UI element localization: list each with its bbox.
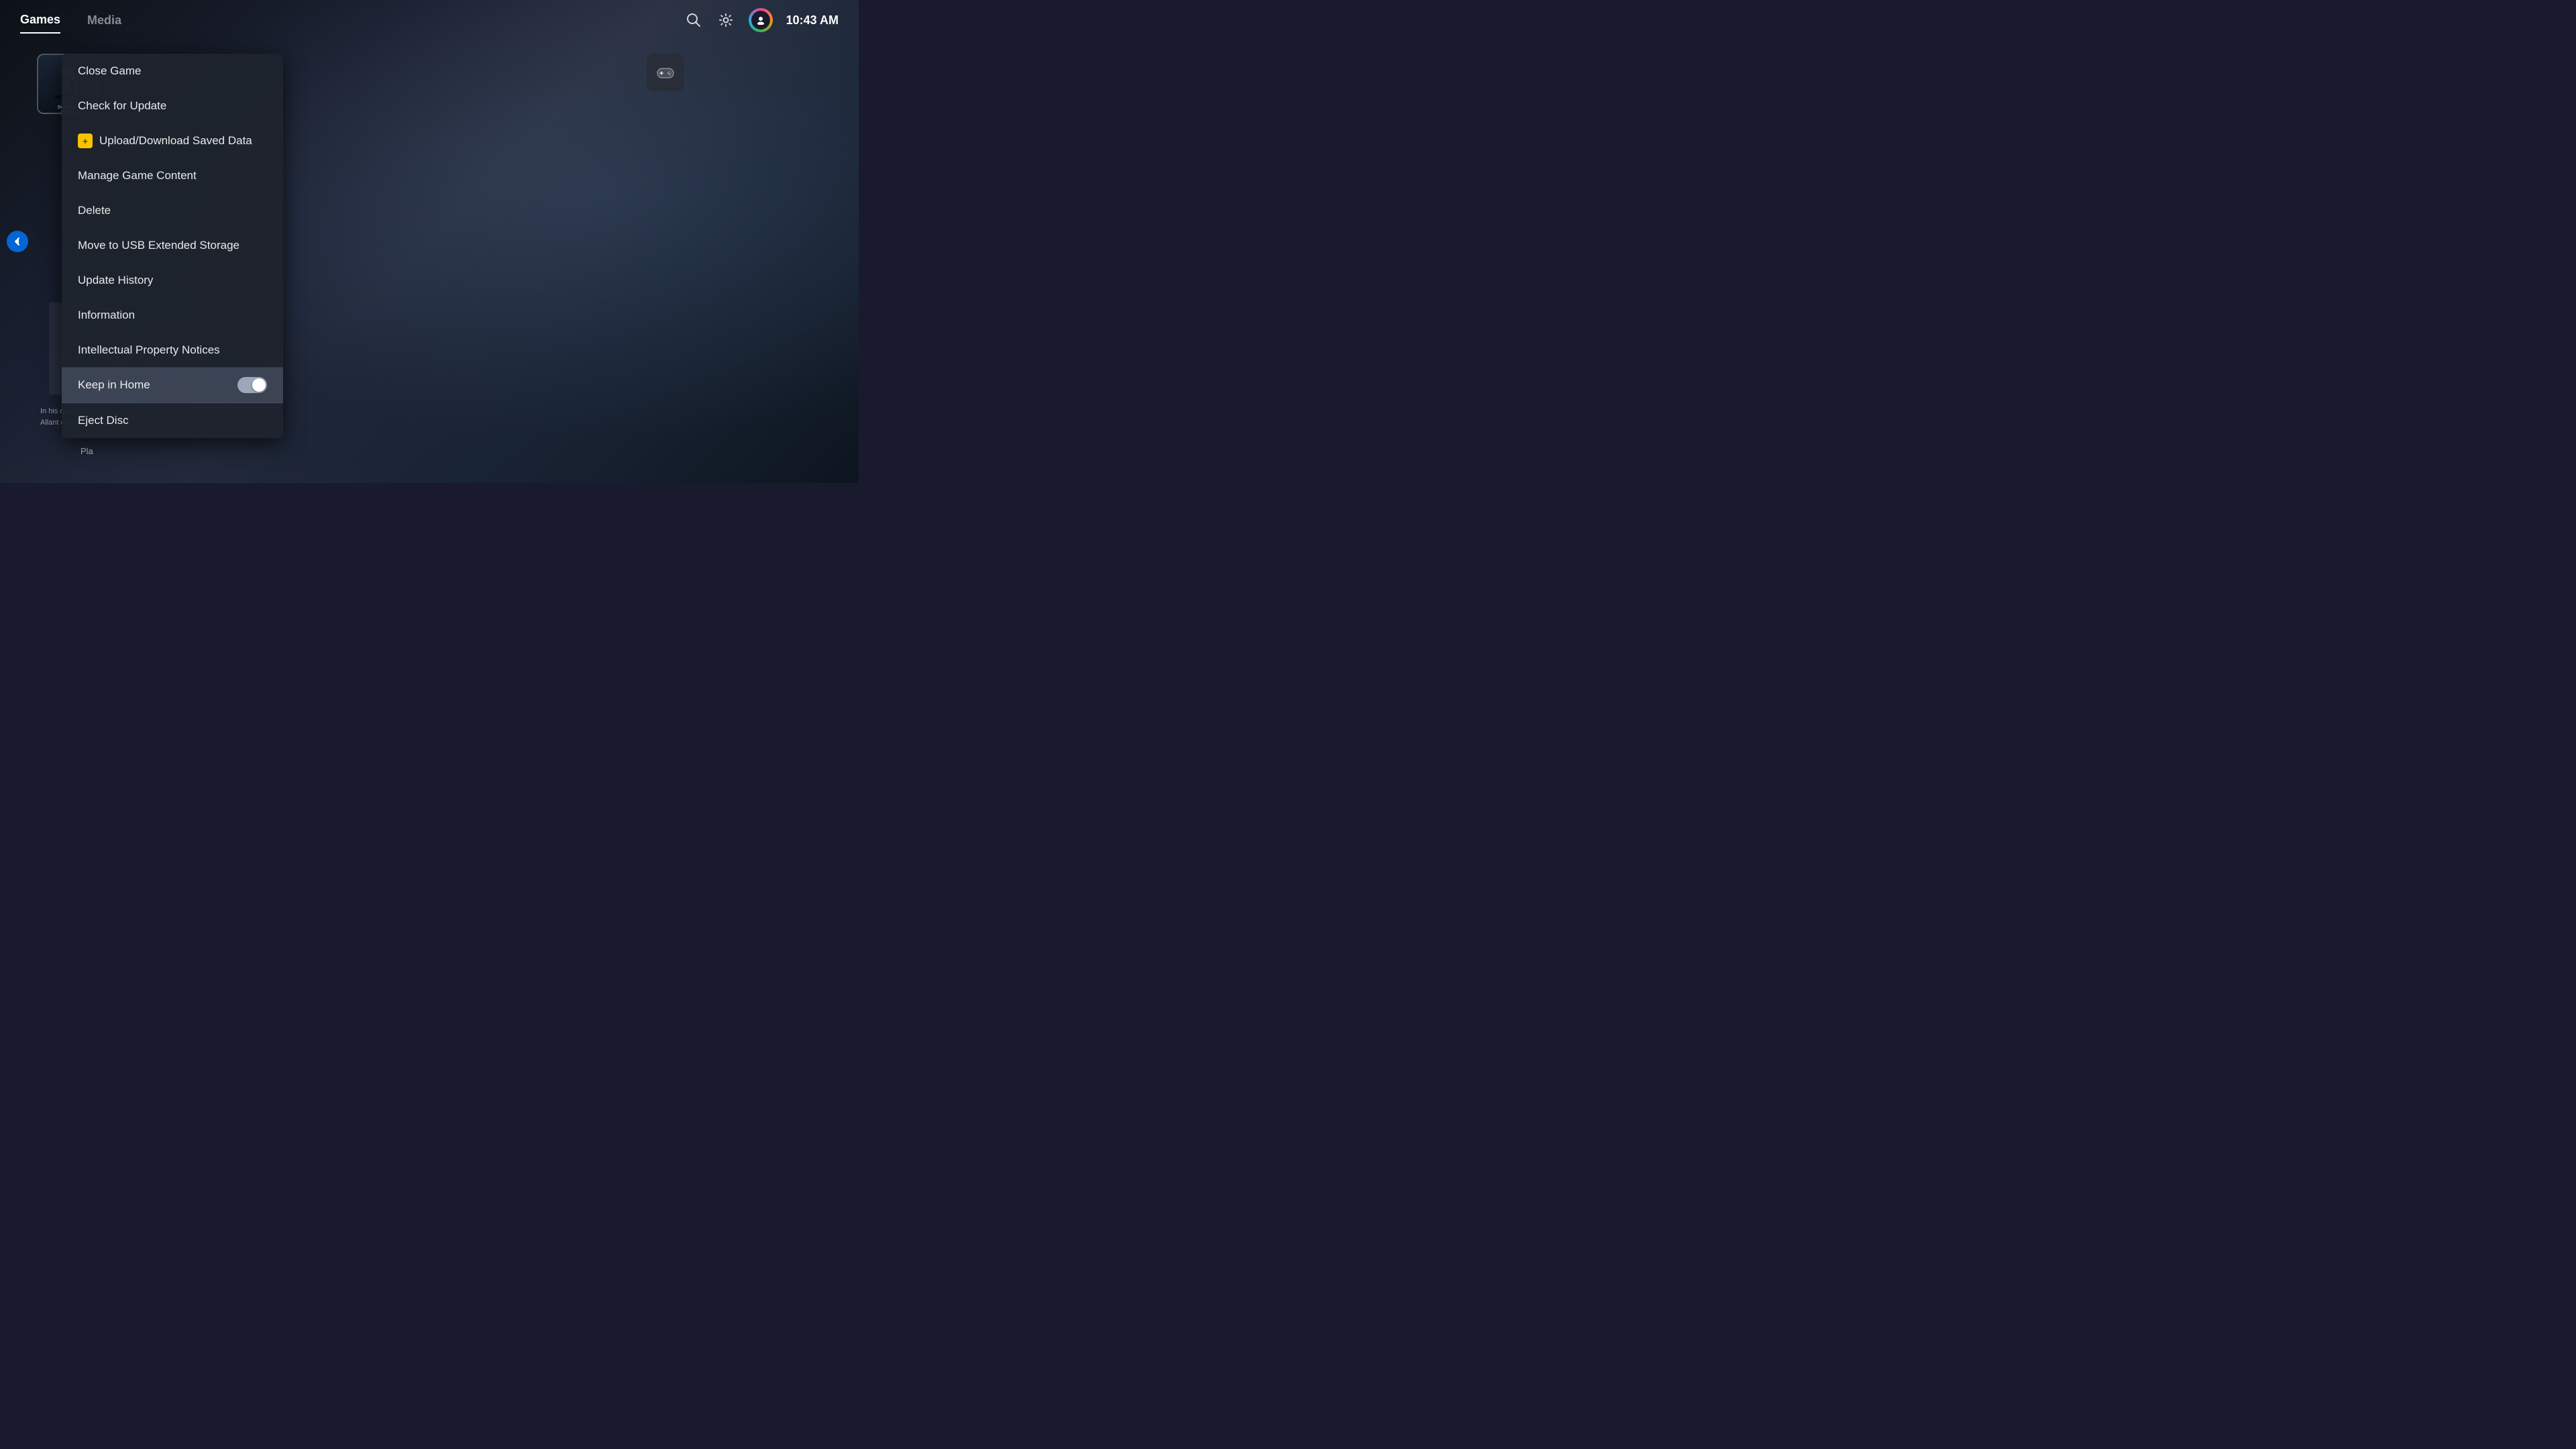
menu-item-ip-notices[interactable]: Intellectual Property Notices: [62, 333, 283, 368]
menu-item-check-update[interactable]: Check for Update: [62, 89, 283, 123]
keep-home-toggle[interactable]: [237, 377, 267, 393]
context-menu: Close Game Check for Update + Upload/Dow…: [62, 54, 283, 438]
delete-label: Delete: [78, 204, 111, 217]
menu-item-eject-disc[interactable]: Eject Disc: [62, 403, 283, 438]
menu-item-keep-home[interactable]: Keep in Home: [62, 368, 283, 403]
ip-notices-label: Intellectual Property Notices: [78, 343, 220, 357]
upload-download-label: Upload/Download Saved Data: [99, 134, 252, 148]
play-button-label: Pla: [80, 446, 93, 456]
menu-item-update-history[interactable]: Update History: [62, 263, 283, 298]
keep-home-toggle-container: [237, 377, 267, 393]
update-history-label: Update History: [78, 274, 153, 287]
menu-item-information[interactable]: Information: [62, 298, 283, 333]
manage-content-label: Manage Game Content: [78, 169, 197, 182]
controller-icon-box[interactable]: [647, 54, 684, 91]
top-navigation-bar: Games Media 10:43: [0, 0, 859, 40]
controller-icon-area: [647, 54, 684, 91]
menu-item-close-game[interactable]: Close Game: [62, 54, 283, 89]
sidebar-navigation: [7, 231, 28, 252]
search-icon[interactable]: [684, 11, 703, 30]
menu-item-delete[interactable]: Delete: [62, 193, 283, 228]
menu-item-upload-download[interactable]: + Upload/Download Saved Data: [62, 123, 283, 158]
check-update-label: Check for Update: [78, 99, 166, 113]
menu-item-move-usb[interactable]: Move to USB Extended Storage: [62, 228, 283, 263]
ps-plus-badge: +: [78, 133, 93, 148]
nav-tabs: Games Media: [20, 7, 121, 34]
ps-icon-inner: [751, 11, 770, 30]
menu-item-manage-content[interactable]: Manage Game Content: [62, 158, 283, 193]
playstation-account-icon[interactable]: [749, 8, 773, 32]
toggle-thumb: [252, 378, 266, 392]
close-game-label: Close Game: [78, 64, 141, 78]
move-usb-label: Move to USB Extended Storage: [78, 239, 239, 252]
eject-disc-label: Eject Disc: [78, 414, 129, 427]
keep-home-label: Keep in Home: [78, 378, 150, 392]
tab-media[interactable]: Media: [87, 8, 121, 33]
tab-games[interactable]: Games: [20, 7, 60, 34]
top-right-controls: 10:43 AM: [684, 8, 839, 32]
sidebar-back-icon[interactable]: [7, 231, 28, 252]
information-label: Information: [78, 309, 135, 322]
settings-icon[interactable]: [716, 11, 735, 30]
time-display: 10:43 AM: [786, 13, 839, 28]
